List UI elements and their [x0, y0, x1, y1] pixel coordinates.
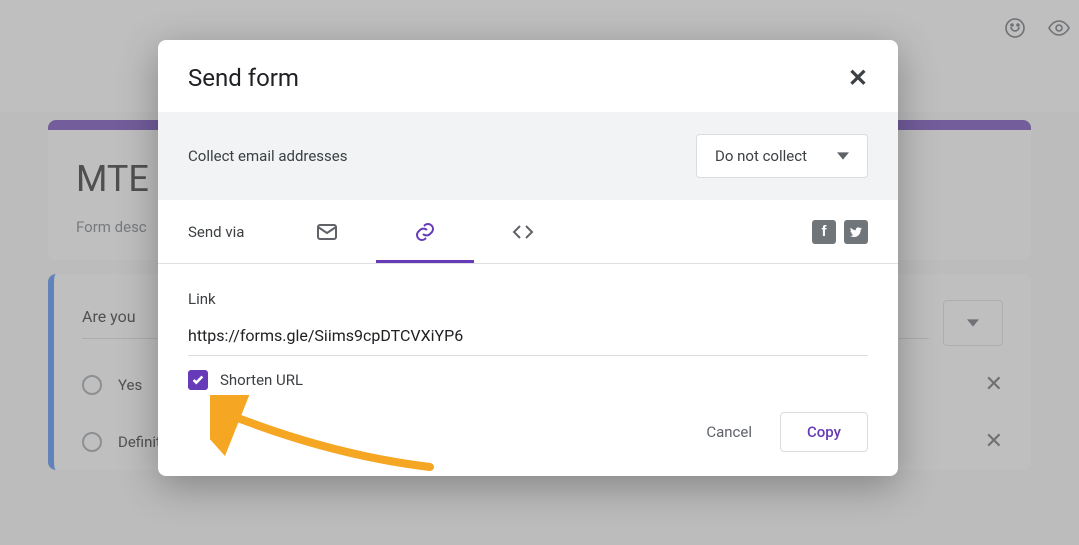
shorten-url-checkbox[interactable]: [188, 370, 208, 390]
facebook-share-icon[interactable]: f: [812, 220, 836, 244]
collect-emails-value: Do not collect: [715, 147, 807, 165]
tab-email[interactable]: [278, 200, 376, 263]
link-section-label: Link: [188, 290, 868, 308]
tab-link[interactable]: [376, 200, 474, 263]
twitter-share-icon[interactable]: [844, 220, 868, 244]
send-via-tabs: Send via f: [158, 200, 898, 264]
send-via-label: Send via: [188, 223, 244, 241]
shorten-url-label: Shorten URL: [220, 371, 303, 389]
collect-emails-label: Collect email addresses: [188, 147, 348, 165]
copy-button[interactable]: Copy: [780, 412, 868, 452]
link-url-input[interactable]: [188, 326, 868, 356]
close-icon[interactable]: ✕: [848, 64, 868, 92]
cancel-button[interactable]: Cancel: [690, 413, 768, 451]
collect-emails-dropdown[interactable]: Do not collect: [696, 134, 868, 178]
dialog-title: Send form: [188, 64, 299, 92]
send-form-dialog: Send form ✕ Collect email addresses Do n…: [158, 40, 898, 476]
collect-emails-row: Collect email addresses Do not collect: [158, 112, 898, 200]
tab-embed[interactable]: [474, 200, 572, 263]
